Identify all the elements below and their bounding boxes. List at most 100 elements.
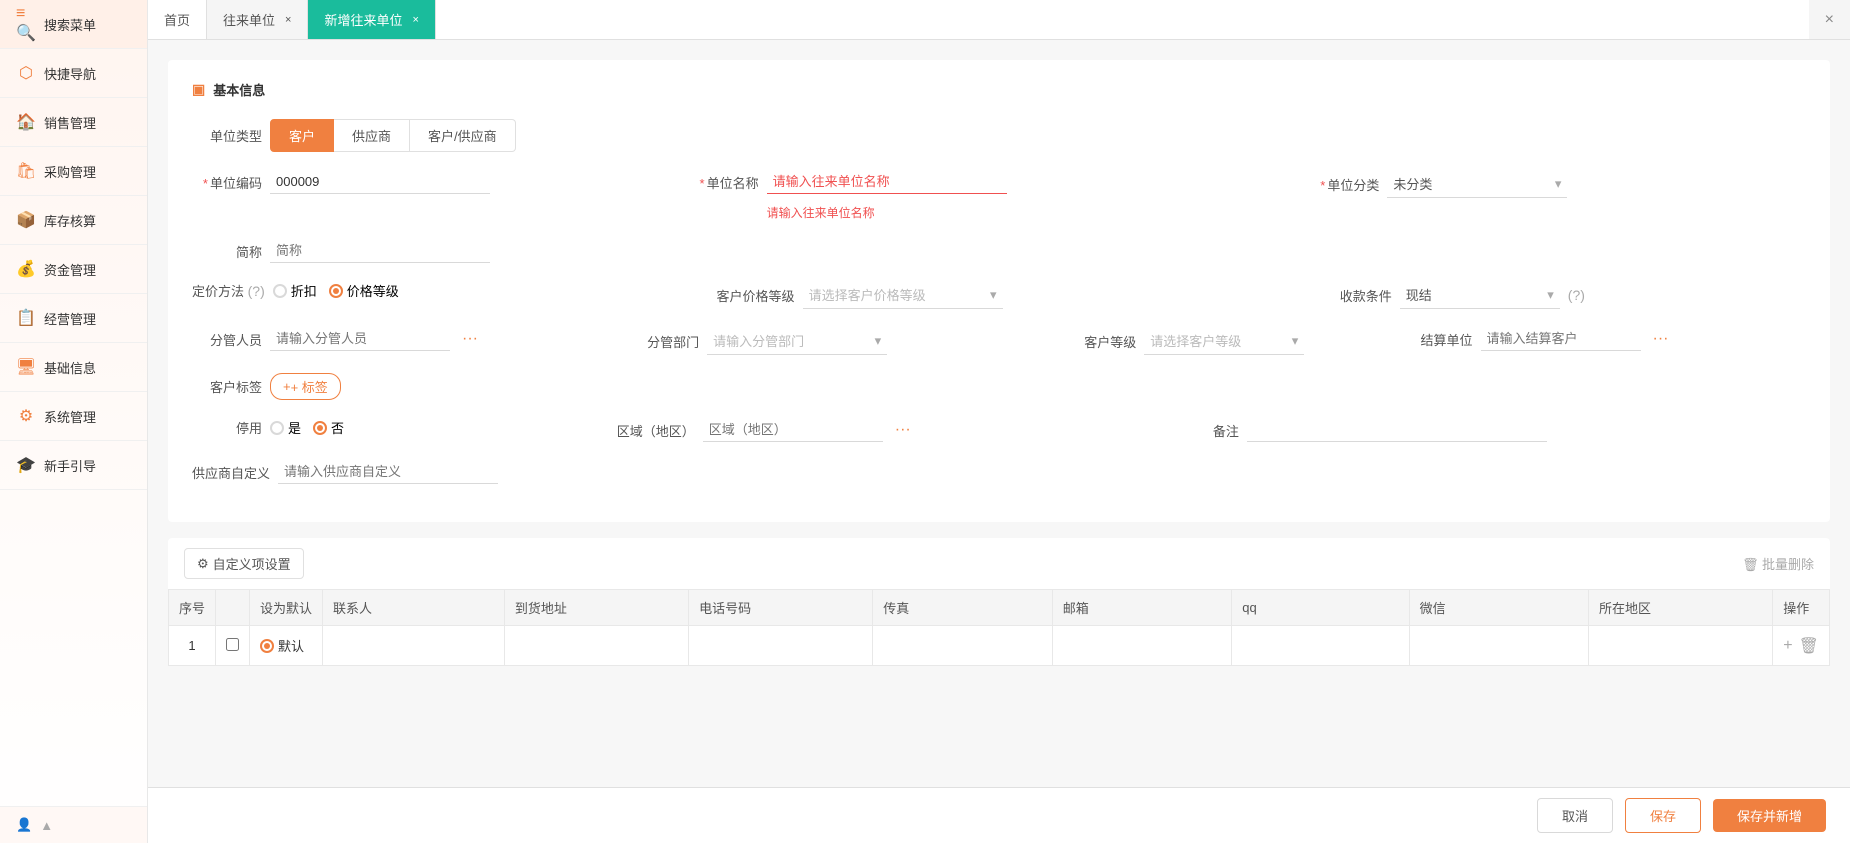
unit-type-group: 单位类型 客户 供应商 客户/供应商: [192, 119, 1806, 152]
save-and-new-button[interactable]: 保存并新增: [1713, 799, 1826, 832]
contacts-table: 序号 设为默认 联系人 到货地址 电话号码 传真 邮箱 qq 微信 所在地区 操…: [168, 589, 1830, 666]
customer-level-select[interactable]: 请选择客户等级 ▾: [1144, 327, 1304, 355]
col-phone: 电话号码: [689, 590, 873, 626]
chevron-down-icon: ▾: [990, 287, 997, 303]
cell-qq[interactable]: [1232, 626, 1409, 666]
sidebar-item-label: 经营管理: [44, 309, 96, 328]
cell-checkbox[interactable]: [216, 626, 250, 666]
radio-price-level[interactable]: 价格等级: [329, 281, 399, 300]
finance-icon: 💰: [16, 259, 36, 279]
disabled-group: 停用 是 否: [192, 418, 617, 437]
radio-default[interactable]: 默认: [260, 636, 312, 655]
payment-help-icon[interactable]: (?): [1568, 287, 1585, 303]
btn-customer[interactable]: 客户: [270, 119, 334, 152]
sidebar-item-label: 采购管理: [44, 162, 96, 181]
radio-dot-default: [260, 639, 274, 653]
phone-input[interactable]: [699, 634, 862, 657]
qq-input[interactable]: [1242, 634, 1398, 657]
region-more-btn[interactable]: ···: [891, 421, 915, 439]
remark-label: 备注: [1169, 421, 1239, 440]
cell-wechat[interactable]: [1409, 626, 1588, 666]
unit-name-error-msg: 请输入往来单位名称: [767, 204, 875, 221]
department-select[interactable]: 请输入分管部门 ▾: [707, 327, 887, 355]
sidebar-item-inventory[interactable]: 📦 库存核算: [0, 196, 147, 245]
unit-code-input[interactable]: [270, 170, 490, 194]
alias-group: 简称: [192, 239, 1806, 263]
cancel-button[interactable]: 取消: [1537, 798, 1613, 833]
purchase-icon: 🛍: [16, 161, 36, 181]
unit-category-select[interactable]: 未分类 ▾: [1387, 170, 1567, 198]
cell-region[interactable]: [1589, 626, 1773, 666]
save-button[interactable]: 保存: [1625, 798, 1701, 833]
email-input[interactable]: [1063, 634, 1221, 657]
row-actions: + 🗑: [1783, 636, 1819, 656]
pricing-help-icon[interactable]: (?): [248, 283, 265, 299]
unit-type-buttons: 客户 供应商 客户/供应商: [270, 119, 516, 152]
add-tag-button[interactable]: + + 标签: [270, 373, 341, 400]
region-input[interactable]: [703, 418, 883, 442]
pricing-label: 定价方法 (?): [192, 281, 265, 300]
sidebar-item-purchase[interactable]: 🛍 采购管理: [0, 147, 147, 196]
table-header-row: 序号 设为默认 联系人 到货地址 电话号码 传真 邮箱 qq 微信 所在地区 操…: [169, 590, 1830, 626]
manager-input[interactable]: [270, 327, 450, 351]
cell-contact[interactable]: [323, 626, 505, 666]
payment-terms-select[interactable]: 现结 ▾: [1400, 281, 1560, 309]
settlement-group: 结算单位 ···: [1403, 327, 1807, 351]
form-content: ▣ 基本信息 单位类型 客户 供应商 客户/供应商 *单位编: [148, 40, 1850, 787]
add-row-button[interactable]: +: [1783, 637, 1792, 655]
fax-input[interactable]: [883, 634, 1041, 657]
btn-supplier[interactable]: 供应商: [334, 119, 410, 152]
remark-input[interactable]: [1247, 418, 1547, 442]
sidebar-item-finance[interactable]: 💰 资金管理: [0, 245, 147, 294]
customer-price-group: 客户价格等级 请选择客户价格等级 ▾: [717, 281, 1322, 309]
window-close-button[interactable]: ×: [1809, 0, 1850, 39]
unit-type-row: 单位类型 客户 供应商 客户/供应商: [192, 119, 1806, 152]
radio-disabled-no[interactable]: 否: [313, 418, 344, 437]
sidebar-item-label: 快捷导航: [44, 64, 96, 83]
customer-level-label: 客户等级: [1066, 332, 1136, 351]
customer-price-select[interactable]: 请选择客户价格等级 ▾: [803, 281, 1003, 309]
region-group: 区域（地区） ···: [617, 418, 1169, 442]
sidebar-bottom: 👤 ▲: [0, 806, 147, 843]
sidebar-item-label: 系统管理: [44, 407, 96, 426]
radio-discount[interactable]: 折扣: [273, 281, 317, 300]
tab-home[interactable]: 首页: [148, 0, 207, 39]
supplier-custom-input[interactable]: [278, 460, 498, 484]
delete-row-button[interactable]: 🗑: [1799, 636, 1819, 656]
section-icon: ▣: [192, 81, 205, 98]
cell-phone[interactable]: [689, 626, 873, 666]
tab-new-partner[interactable]: 新增往来单位 ×: [308, 0, 435, 39]
sidebar-item-basic[interactable]: 🖥 基础信息: [0, 343, 147, 392]
wechat-input[interactable]: [1420, 634, 1578, 657]
tab-partners[interactable]: 往来单位 ×: [207, 0, 308, 39]
custom-settings-button[interactable]: ⚙ 自定义项设置: [184, 548, 304, 579]
sidebar-item-operations[interactable]: 📋 经营管理: [0, 294, 147, 343]
sidebar-item-sales[interactable]: 🏠 销售管理: [0, 98, 147, 147]
sidebar-item-system[interactable]: ⚙ 系统管理: [0, 392, 147, 441]
settlement-input[interactable]: [1481, 327, 1641, 351]
unit-name-input[interactable]: [767, 170, 1007, 194]
tags-row: 客户标签 + + 标签: [192, 373, 1806, 400]
cell-address[interactable]: [504, 626, 688, 666]
alias-input[interactable]: [270, 239, 490, 263]
region-table-input[interactable]: [1599, 634, 1762, 657]
batch-delete-button[interactable]: 🗑 批量删除: [1742, 554, 1814, 573]
tags-group: 客户标签 + + 标签: [192, 373, 1806, 400]
row-checkbox[interactable]: [226, 638, 239, 651]
sidebar-item-search[interactable]: ≡🔍 搜索菜单: [0, 0, 147, 49]
cell-email[interactable]: [1052, 626, 1231, 666]
address-input[interactable]: [515, 634, 678, 657]
tab-partners-close[interactable]: ×: [285, 14, 291, 26]
plus-icon: +: [283, 379, 291, 394]
col-region: 所在地区: [1589, 590, 1773, 626]
manager-more-btn[interactable]: ···: [458, 330, 482, 348]
sidebar-item-quick-nav[interactable]: ⬡ 快捷导航: [0, 49, 147, 98]
settlement-more-btn[interactable]: ···: [1649, 330, 1673, 348]
radio-disabled-yes[interactable]: 是: [270, 418, 301, 437]
cell-fax[interactable]: [873, 626, 1052, 666]
sidebar-item-guide[interactable]: 🎓 新手引导: [0, 441, 147, 490]
contact-input[interactable]: [333, 634, 494, 657]
guide-icon: 🎓: [16, 455, 36, 475]
btn-customer-supplier[interactable]: 客户/供应商: [410, 119, 516, 152]
tab-new-partner-close[interactable]: ×: [412, 14, 418, 26]
